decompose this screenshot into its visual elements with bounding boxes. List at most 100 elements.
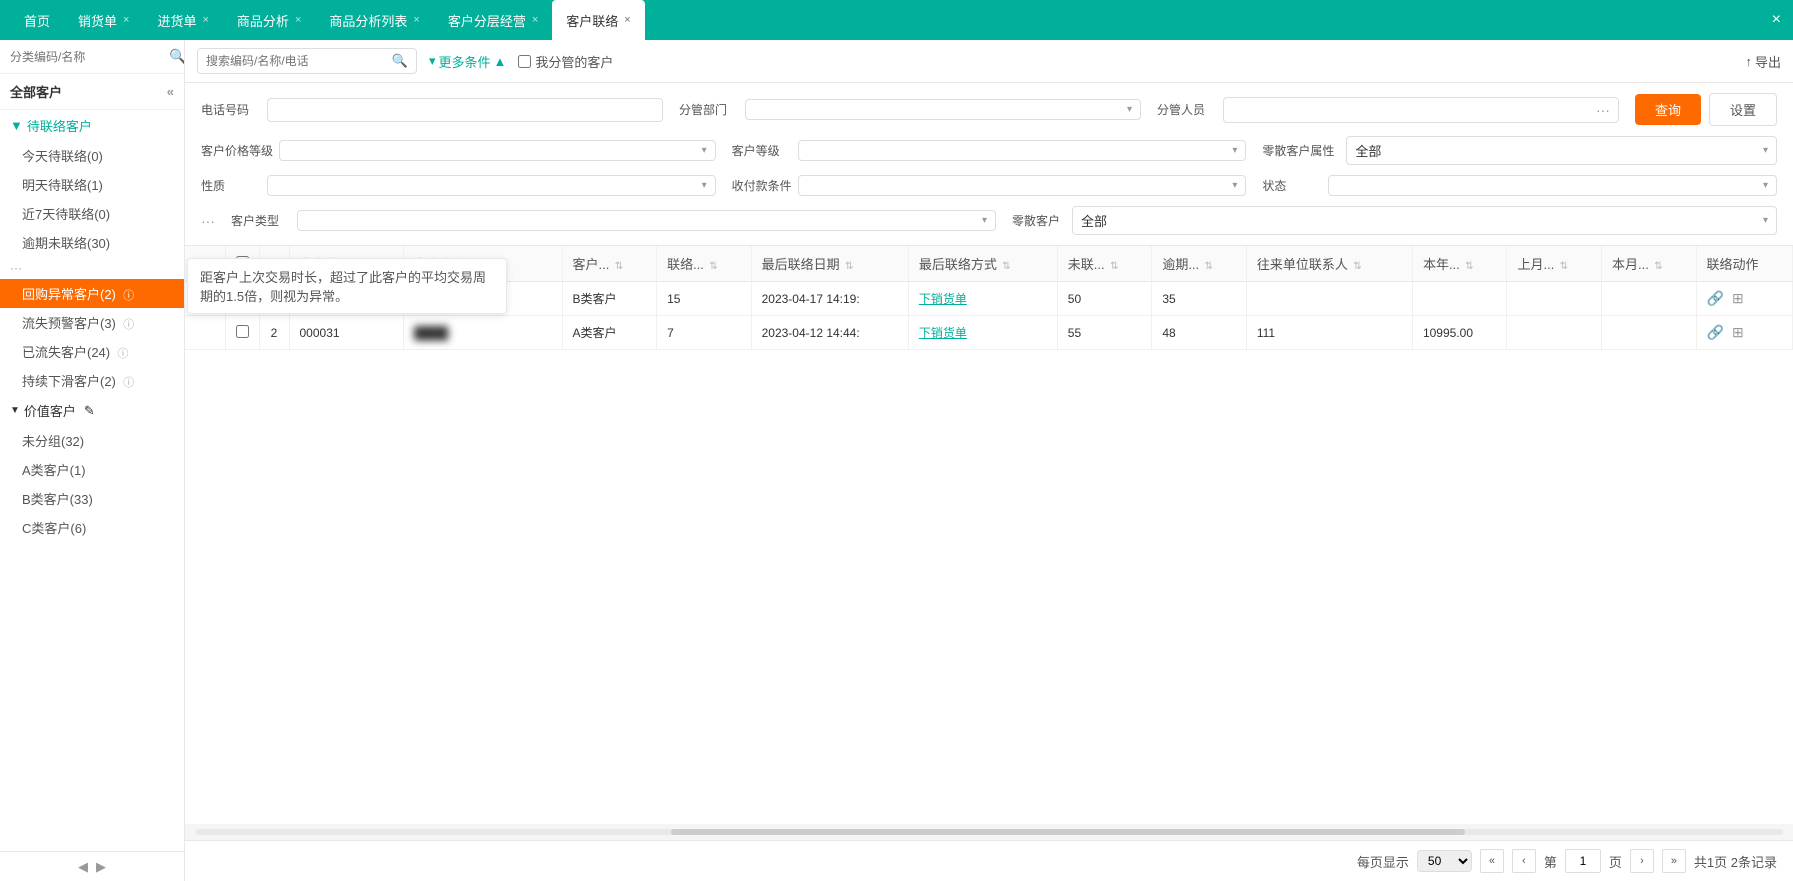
filter-customer-level-select[interactable]: ▾ (798, 140, 1247, 161)
sidebar-item-overdue[interactable]: 逾期未联络(30) (0, 228, 184, 257)
filter-manager-select[interactable]: ··· (1223, 97, 1619, 123)
col-overdue-header[interactable]: 逾期... ⇅ (1152, 246, 1247, 282)
tab-customer-contact[interactable]: 客户联络 × (552, 0, 644, 40)
sidebar-search-icon[interactable]: 🔍 (169, 48, 185, 65)
page-number-input[interactable] (1565, 849, 1601, 873)
info-icon-2: ⓘ (117, 348, 128, 360)
sidebar-more-dots[interactable]: ··· (0, 257, 184, 279)
filter-price-level-select[interactable]: ▾ (279, 140, 716, 161)
sidebar-value-group[interactable]: ▼ 价值客户 ✎ (0, 395, 184, 426)
col-last-month-header[interactable]: 上月... ⇅ (1507, 246, 1602, 282)
horizontal-scrollbar[interactable] (185, 824, 1793, 840)
first-page-btn[interactable]: « (1480, 849, 1504, 873)
tab-purchase-close[interactable]: × (202, 14, 208, 26)
tab-sales[interactable]: 销货单 × (64, 0, 143, 40)
tab-customer-contact-close[interactable]: × (624, 14, 630, 26)
filter-row-2: 客户价格等级 ▾ 客户等级 ▾ 零散客户属性 全部 (201, 136, 1777, 165)
scrollbar-track[interactable] (195, 829, 1783, 835)
col-this-year-header[interactable]: 本年... ⇅ (1412, 246, 1507, 282)
row1-last-method[interactable]: 下销货单 (908, 282, 1057, 316)
row1-action-link[interactable]: 🔗 (1707, 290, 1724, 307)
sidebar-item-7days[interactable]: 近7天待联络(0) (0, 199, 184, 228)
row2-select[interactable] (236, 325, 249, 338)
tab-home[interactable]: 首页 (10, 0, 64, 40)
row2-checkbox[interactable] (225, 316, 259, 350)
sidebar-collapse-btn[interactable]: « (167, 84, 174, 99)
prev-page-btn[interactable]: ‹ (1512, 849, 1536, 873)
row2-type: A类客户 (562, 316, 657, 350)
row2-action-link[interactable]: 🔗 (1707, 324, 1724, 341)
sidebar-all-customers[interactable]: 全部客户 « (0, 74, 184, 110)
row2-code[interactable]: 000031 (289, 316, 404, 350)
filter-phone-input[interactable] (267, 98, 663, 122)
sidebar-item-churned[interactable]: 已流失客户(24) ⓘ (0, 337, 184, 366)
col-last-date-header[interactable]: 最后联络日期 ⇅ (751, 246, 908, 282)
export-btn[interactable]: ↑ 导出 (1745, 52, 1781, 71)
row4-dots[interactable]: ··· (201, 213, 215, 229)
table-wrapper[interactable]: ⚙ 客户编码 ⇅ 客户名称 ⇅ (185, 246, 1793, 824)
scrollbar-thumb[interactable] (671, 829, 1465, 835)
manager-dots[interactable]: ··· (1596, 102, 1610, 118)
col-unit-contact-header[interactable]: 往来单位联系人 ⇅ (1246, 246, 1412, 282)
sparse-attr-arrow: ▾ (1763, 145, 1768, 156)
filter-sparse-attr-select[interactable]: 全部 ▾ (1346, 136, 1777, 165)
my-customers-checkbox[interactable] (518, 55, 531, 68)
setting-btn[interactable]: 设置 (1709, 93, 1777, 126)
tab-customer-tier-close[interactable]: × (532, 14, 538, 26)
tab-purchase[interactable]: 进货单 × (143, 0, 222, 40)
sidebar-item-b-class[interactable]: B类客户(33) (0, 484, 184, 513)
last-page-btn[interactable]: » (1662, 849, 1686, 873)
main-search-input[interactable] (206, 54, 388, 68)
filter-customer-type-select[interactable]: ▾ (297, 210, 996, 231)
sidebar-item-churn-warning[interactable]: 流失预警客户(3) ⓘ (0, 308, 184, 337)
per-page-select[interactable]: 50 100 200 (1417, 850, 1472, 872)
info-icon-1: ⓘ (123, 319, 134, 331)
more-conditions-btn[interactable]: ▾ 更多条件 ▲ (429, 52, 506, 71)
next-page-btn[interactable]: › (1630, 849, 1654, 873)
sidebar-item-c-class[interactable]: C类客户(6) (0, 513, 184, 542)
sidebar-item-today[interactable]: 今天待联络(0) (0, 141, 184, 170)
tab-sales-close[interactable]: × (123, 14, 129, 26)
col-last-method-header[interactable]: 最后联络方式 ⇅ (908, 246, 1057, 282)
tab-customer-tier[interactable]: 客户分层经营 × (434, 0, 552, 40)
tab-product-analysis-list[interactable]: 商品分析列表 × (315, 0, 433, 40)
search-box: 🔍 (197, 48, 417, 74)
value-group-edit-icon[interactable]: ✎ (84, 403, 95, 419)
sidebar-item-repurchase-abnormal[interactable]: 回购异常客户(2) ⓘ (0, 279, 184, 308)
page-unit: 页 (1609, 852, 1622, 871)
sidebar-bottom-nav[interactable]: ◀ ▶ (0, 851, 184, 881)
sidebar-left-arrow[interactable]: ◀ (78, 859, 88, 875)
main-search-icon[interactable]: 🔍 (392, 53, 408, 69)
row1-action-menu[interactable]: ⊞ (1732, 290, 1744, 307)
row2-name[interactable]: ████ (404, 316, 562, 350)
tab-product-analysis-list-close[interactable]: × (413, 14, 419, 26)
sidebar-item-ungroup[interactable]: 未分组(32) (0, 426, 184, 455)
filter-gender-select[interactable]: ▾ (267, 175, 716, 196)
filter-payment-select[interactable]: ▾ (798, 175, 1247, 196)
row2-action-menu[interactable]: ⊞ (1732, 324, 1744, 341)
query-btn[interactable]: 查询 (1635, 94, 1701, 125)
col-contact-header[interactable]: 联络... ⇅ (657, 246, 752, 282)
sidebar-item-tomorrow[interactable]: 明天待联络(1) (0, 170, 184, 199)
export-icon: ↑ (1745, 54, 1752, 69)
sidebar-group-pending[interactable]: ▼ 待联络客户 (0, 110, 184, 141)
price-level-arrow: ▾ (702, 145, 707, 156)
window-close-btn[interactable]: × (1772, 11, 1781, 29)
tab-product-analysis[interactable]: 商品分析 × (223, 0, 315, 40)
col-type-header[interactable]: 客户... ⇅ (562, 246, 657, 282)
tab-product-analysis-close[interactable]: × (295, 14, 301, 26)
filter-department-select[interactable]: ▾ (745, 99, 1141, 120)
row2-last-month (1507, 316, 1602, 350)
row2-unpaid: 55 (1057, 316, 1152, 350)
row1-contact: 15 (657, 282, 752, 316)
col-unpaid-header[interactable]: 未联... ⇅ (1057, 246, 1152, 282)
sidebar-right-arrow[interactable]: ▶ (96, 859, 106, 875)
row2-last-method[interactable]: 下销货单 (908, 316, 1057, 350)
sidebar-item-declining[interactable]: 持续下滑客户(2) ⓘ (0, 366, 184, 395)
filter-status-select[interactable]: ▾ (1328, 175, 1777, 196)
sidebar-item-a-class[interactable]: A类客户(1) (0, 455, 184, 484)
filter-sparse-customer-select[interactable]: 全部 ▾ (1072, 206, 1777, 235)
col-this-month-header[interactable]: 本月... ⇅ (1602, 246, 1697, 282)
sidebar-search-input[interactable] (10, 50, 165, 64)
sort-unit-contact: ⇅ (1353, 261, 1361, 272)
